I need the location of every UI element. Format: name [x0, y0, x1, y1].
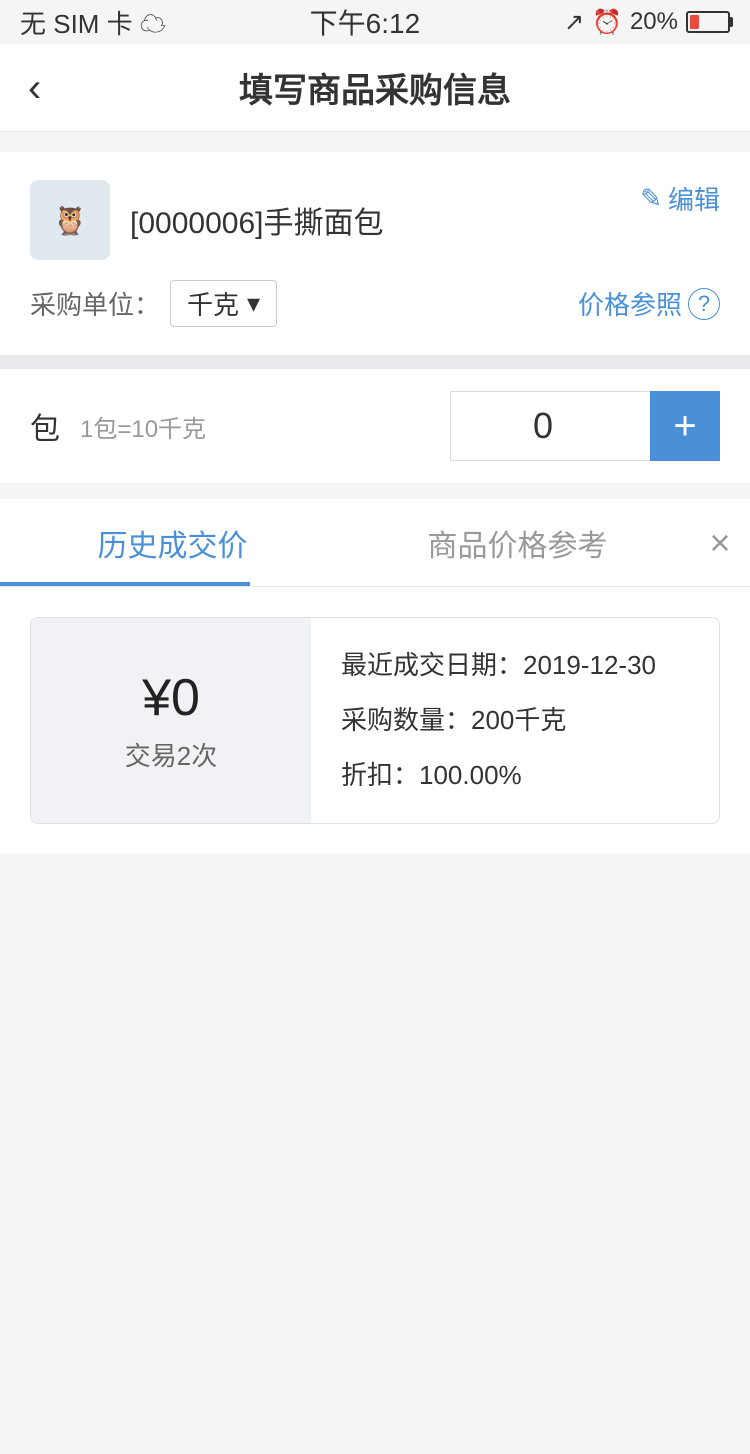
price-ref-icon: ?: [688, 288, 720, 320]
battery-pct: 20%: [630, 8, 678, 36]
transaction-right: 最近成交日期：2019-12-30 采购数量：200千克 折扣：100.00%: [311, 618, 719, 823]
edit-button[interactable]: ✎ 编辑: [640, 180, 720, 217]
quantity-input[interactable]: [450, 391, 650, 461]
back-button[interactable]: ‹: [28, 68, 41, 108]
price-ref-label: 价格参照: [578, 285, 682, 322]
quantity-control: +: [450, 391, 720, 461]
transaction-count: 交易2次: [125, 736, 217, 773]
status-bar: 无 SIM 卡 ☁ 下午6:12 ↗ ⏰ 20%: [0, 0, 750, 44]
price-ref-button[interactable]: 价格参照 ?: [578, 285, 720, 322]
status-left: 无 SIM 卡 ☁: [20, 4, 166, 41]
tab-history-price[interactable]: 历史成交价: [0, 499, 345, 586]
quantity-label: 采购数量：: [341, 705, 471, 735]
page-title: 填写商品采购信息: [239, 63, 511, 112]
logo-symbol: 🦉: [53, 204, 88, 237]
edit-label: 编辑: [668, 180, 720, 217]
recent-date-label: 最近成交日期：: [341, 650, 523, 680]
nav-bar: ‹ 填写商品采购信息: [0, 44, 750, 132]
tab-product-price[interactable]: 商品价格参考: [345, 499, 690, 586]
status-time: 下午6:12: [310, 2, 421, 42]
status-right: ↗ ⏰ 20%: [564, 8, 730, 37]
battery-icon: [686, 11, 730, 33]
discount-label: 折扣：: [341, 760, 419, 790]
tab-underline: [0, 582, 250, 586]
quantity-plus-button[interactable]: +: [650, 391, 720, 461]
product-header: 🦉 [0000006]手撕面包 ✎ 编辑: [30, 180, 720, 260]
main-content: [0, 854, 750, 1454]
recent-date-row: 最近成交日期：2019-12-30: [341, 646, 689, 685]
product-logo: 🦉: [30, 180, 110, 260]
transaction-section: ¥0 交易2次 最近成交日期：2019-12-30 采购数量：200千克 折扣：…: [0, 587, 750, 854]
product-name: [0000006]手撕面包: [130, 198, 383, 242]
tab-row: 历史成交价 商品价格参考 ×: [0, 499, 750, 587]
location-icon: ↗: [564, 8, 584, 37]
transaction-card: ¥0 交易2次 最近成交日期：2019-12-30 采购数量：200千克 折扣：…: [30, 617, 720, 824]
unit-value: 千克: [187, 285, 239, 322]
battery-fill: [690, 15, 699, 29]
recent-date-value: 2019-12-30: [523, 650, 656, 680]
tab-close-button[interactable]: ×: [690, 499, 750, 587]
unit-label: 采购单位：: [30, 285, 160, 322]
unit-equiv-label: 1包=10千克: [80, 409, 206, 444]
product-left: 🦉 [0000006]手撕面包: [30, 180, 383, 260]
quantity-row: 包 1包=10千克 +: [0, 369, 750, 483]
alarm-icon: ⏰: [592, 8, 622, 37]
unit-arrow: ▾: [247, 288, 260, 319]
quantity-value-detail: 200千克: [471, 705, 566, 735]
discount-row: 折扣：100.00%: [341, 756, 689, 795]
quantity-row-detail: 采购数量：200千克: [341, 701, 689, 740]
transaction-price: ¥0: [142, 668, 200, 728]
discount-value: 100.00%: [419, 760, 522, 790]
product-unit-row: 采购单位： 千克 ▾ 价格参照 ?: [30, 280, 720, 327]
edit-icon: ✎: [640, 183, 662, 214]
unit-area: 采购单位： 千克 ▾: [30, 280, 277, 327]
product-card: 🦉 [0000006]手撕面包 ✎ 编辑 采购单位： 千克 ▾ 价格参照 ?: [0, 152, 750, 355]
package-unit-icon: 包: [30, 404, 60, 448]
section-divider: [0, 355, 750, 369]
unit-selector[interactable]: 千克 ▾: [170, 280, 277, 327]
bottom-panel: 历史成交价 商品价格参考 × ¥0 交易2次 最近成交日期：2019-12-30…: [0, 499, 750, 854]
no-sim-label: 无 SIM 卡 ☁: [20, 4, 166, 41]
transaction-left: ¥0 交易2次: [31, 618, 311, 823]
